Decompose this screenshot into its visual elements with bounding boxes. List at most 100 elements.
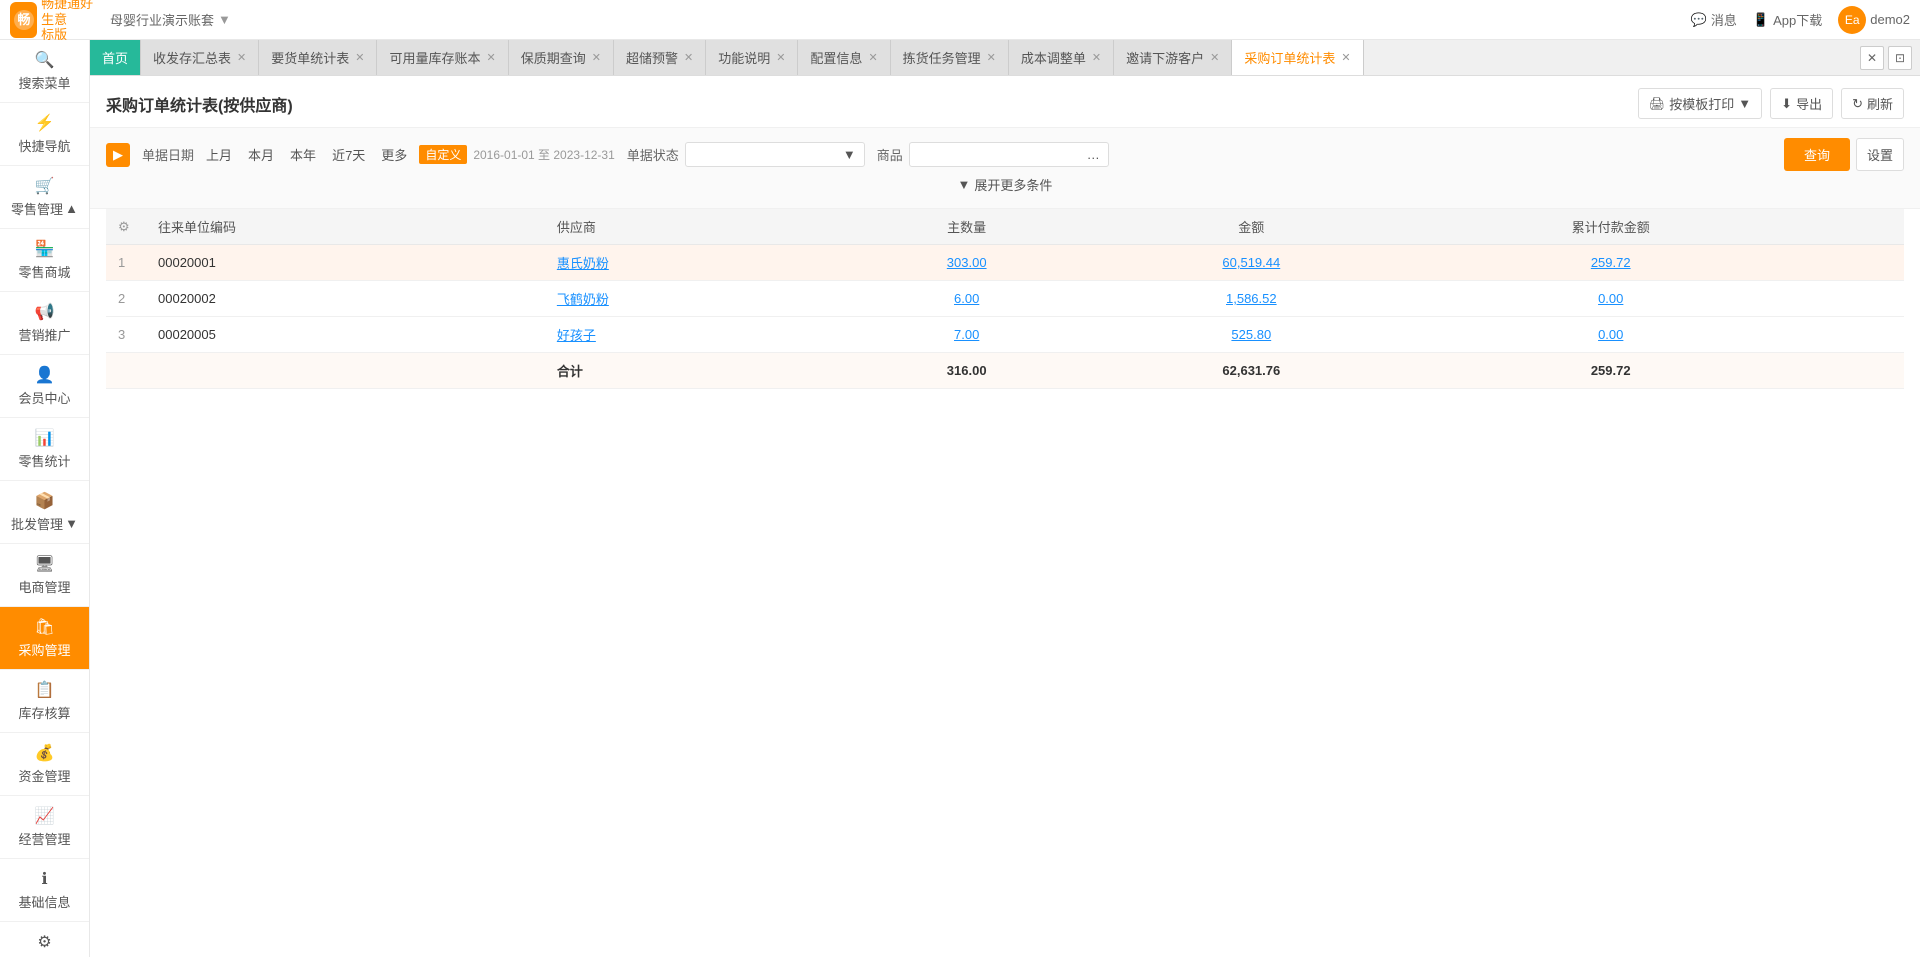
custom-date-tag[interactable]: 自定义 xyxy=(419,145,467,164)
sidebar-item-ecommerce[interactable]: 🖥 电商管理 xyxy=(0,544,89,607)
sidebar-item-retail-stats[interactable]: 📊 零售统计 xyxy=(0,418,89,481)
column-settings-icon[interactable]: ⚙ xyxy=(118,219,130,234)
tab-close-button[interactable]: ✕ xyxy=(1860,46,1884,70)
sidebar-item-ops[interactable]: 📈 经营管理 xyxy=(0,796,89,859)
status-select[interactable]: ▼ xyxy=(685,142,865,167)
ecommerce-icon: 🖥 xyxy=(34,554,54,574)
tab-picking[interactable]: 拣货任务管理 ✕ xyxy=(891,40,1009,76)
tab-expiry[interactable]: 保质期查询 ✕ xyxy=(509,40,614,76)
shortcut-this-year[interactable]: 本年 xyxy=(284,143,322,166)
date-shortcuts: 上月 本月 本年 近7天 更多 xyxy=(200,143,413,166)
app-download-button[interactable]: 📱 App下载 xyxy=(1753,10,1822,29)
tab-close-config[interactable]: ✕ xyxy=(868,51,877,64)
row-supplier-3: 好孩子 xyxy=(545,317,842,353)
row-qty-2: 6.00 xyxy=(842,281,1091,317)
qty-link-1[interactable]: 303.00 xyxy=(947,255,987,270)
workspace-selector[interactable]: 母婴行业演示账套 ▼ xyxy=(100,10,1691,29)
tab-maximize-button[interactable]: ⊡ xyxy=(1888,46,1912,70)
row-paid-3: 0.00 xyxy=(1411,317,1810,353)
data-table: ⚙ 往来单位编码 供应商 主数量 金额 累计付款金额 1 xyxy=(106,209,1904,389)
filter-goods-item: 商品 … xyxy=(877,142,1109,167)
shortcut-last-month[interactable]: 上月 xyxy=(200,143,238,166)
sidebar-item-basic-info[interactable]: ℹ 基础信息 xyxy=(0,859,89,922)
sidebar-item-retail-store[interactable]: 🏪 零售商城 xyxy=(0,229,89,292)
row-num-2: 2 xyxy=(106,281,146,317)
tab-close-picking[interactable]: ✕ xyxy=(987,51,996,64)
purchase-icon: 🛍 xyxy=(34,617,54,637)
tab-close-available[interactable]: ✕ xyxy=(487,51,496,64)
col-qty: 主数量 xyxy=(842,209,1091,245)
sidebar-item-wholesale[interactable]: 📦 批发管理 ▼ xyxy=(0,481,89,544)
sidebar-item-retail-mgmt[interactable]: 🛒 零售管理 ▲ xyxy=(0,166,89,229)
qty-link-3[interactable]: 7.00 xyxy=(954,327,979,342)
tab-config[interactable]: 配置信息 ✕ xyxy=(798,40,890,76)
row-extra-1 xyxy=(1810,245,1904,281)
sidebar-item-search[interactable]: 🔍 搜索菜单 xyxy=(0,40,89,103)
print-arrow-icon: ▼ xyxy=(1738,96,1751,111)
amount-link-3[interactable]: 525.80 xyxy=(1231,327,1271,342)
supplier-link-1[interactable]: 惠氏奶粉 xyxy=(557,256,609,271)
refresh-icon: ↻ xyxy=(1852,96,1863,112)
row-supplier-2: 飞鹤奶粉 xyxy=(545,281,842,317)
tab-close-expiry[interactable]: ✕ xyxy=(592,51,601,64)
row-code-3: 00020005 xyxy=(146,317,545,353)
goods-input[interactable]: … xyxy=(909,142,1109,167)
tab-home[interactable]: 首页 xyxy=(90,40,141,76)
message-button[interactable]: 💬 消息 xyxy=(1691,10,1737,29)
tab-close-overstock[interactable]: ✕ xyxy=(684,51,693,64)
footer-label: 合计 xyxy=(545,353,842,389)
setting-button[interactable]: 设置 xyxy=(1856,138,1904,171)
tab-close-requisition[interactable]: ✕ xyxy=(355,51,364,64)
sidebar-item-marketing[interactable]: 📢 营销推广 xyxy=(0,292,89,355)
supplier-link-3[interactable]: 好孩子 xyxy=(557,328,596,343)
supplier-link-2[interactable]: 飞鹤奶粉 xyxy=(557,292,609,307)
table-row: 2 00020002 飞鹤奶粉 6.00 1,586.52 xyxy=(106,281,1904,317)
tab-invite[interactable]: 邀请下游客户 ✕ xyxy=(1114,40,1232,76)
expand-arrow-button[interactable]: ▶ xyxy=(106,143,130,167)
sidebar-item-purchase[interactable]: 🛍 采购管理 xyxy=(0,607,89,670)
paid-link-2[interactable]: 0.00 xyxy=(1598,291,1623,306)
paid-link-1[interactable]: 259.72 xyxy=(1591,255,1631,270)
tab-close-cost[interactable]: ✕ xyxy=(1092,51,1101,64)
sidebar-item-inventory[interactable]: 📋 库存核算 xyxy=(0,670,89,733)
sidebar: 🔍 搜索菜单 ⚡ 快捷导航 🛒 零售管理 ▲ 🏪 零售商城 📢 营销推广 👤 会… xyxy=(0,40,90,957)
paid-link-3[interactable]: 0.00 xyxy=(1598,327,1623,342)
wholesale-icon: 📦 xyxy=(35,491,55,511)
tab-close-purchase[interactable]: ✕ xyxy=(1341,51,1350,64)
filter-row-1: ▶ 单据日期 上月 本月 本年 近7天 更多 自定义 2016-01-01 至 … xyxy=(106,138,1904,171)
tab-close-functions[interactable]: ✕ xyxy=(776,51,785,64)
tab-purchase-stats[interactable]: 采购订单统计表 ✕ xyxy=(1232,40,1363,76)
shortcut-more[interactable]: 更多 xyxy=(375,143,413,166)
sidebar-item-system[interactable]: ⚙ 系统管理 xyxy=(0,922,89,957)
user-menu[interactable]: Ea demo2 xyxy=(1838,6,1910,34)
expand-more-button[interactable]: ▼ 展开更多条件 xyxy=(958,175,1053,194)
shortcut-7days[interactable]: 近7天 xyxy=(326,143,371,166)
search-actions: 查询 设置 xyxy=(1784,138,1904,171)
shortcut-this-month[interactable]: 本月 xyxy=(242,143,280,166)
sidebar-item-finance[interactable]: 💰 资金管理 xyxy=(0,733,89,796)
sidebar-item-member[interactable]: 👤 会员中心 xyxy=(0,355,89,418)
search-button[interactable]: 查询 xyxy=(1784,138,1850,171)
refresh-button[interactable]: ↻ 刷新 xyxy=(1841,88,1904,119)
tab-functions[interactable]: 功能说明 ✕ xyxy=(706,40,798,76)
tab-overstock[interactable]: 超储预警 ✕ xyxy=(614,40,706,76)
footer-extra xyxy=(1810,353,1904,389)
retail-icon: 🛒 xyxy=(35,176,55,196)
print-button[interactable]: 🖨 按模板打印 ▼ xyxy=(1638,88,1762,119)
tab-close-invite[interactable]: ✕ xyxy=(1210,51,1219,64)
tab-cost[interactable]: 成本调整单 ✕ xyxy=(1009,40,1114,76)
page-title: 采购订单统计表(按供应商) xyxy=(106,92,293,116)
export-button[interactable]: ⬇ 导出 xyxy=(1770,88,1833,119)
amount-link-1[interactable]: 60,519.44 xyxy=(1222,255,1280,270)
amount-link-2[interactable]: 1,586.52 xyxy=(1226,291,1277,306)
tab-receipts[interactable]: 收发存汇总表 ✕ xyxy=(141,40,259,76)
tab-requisition[interactable]: 要货单统计表 ✕ xyxy=(259,40,377,76)
qty-link-2[interactable]: 6.00 xyxy=(954,291,979,306)
row-qty-1: 303.00 xyxy=(842,245,1091,281)
row-num-1: 1 xyxy=(106,245,146,281)
tab-close-receipts[interactable]: ✕ xyxy=(237,51,246,64)
tab-available-inventory[interactable]: 可用量库存账本 ✕ xyxy=(377,40,508,76)
goods-label: 商品 xyxy=(877,145,903,164)
footer-empty-2 xyxy=(146,353,545,389)
sidebar-item-quicknav[interactable]: ⚡ 快捷导航 xyxy=(0,103,89,166)
